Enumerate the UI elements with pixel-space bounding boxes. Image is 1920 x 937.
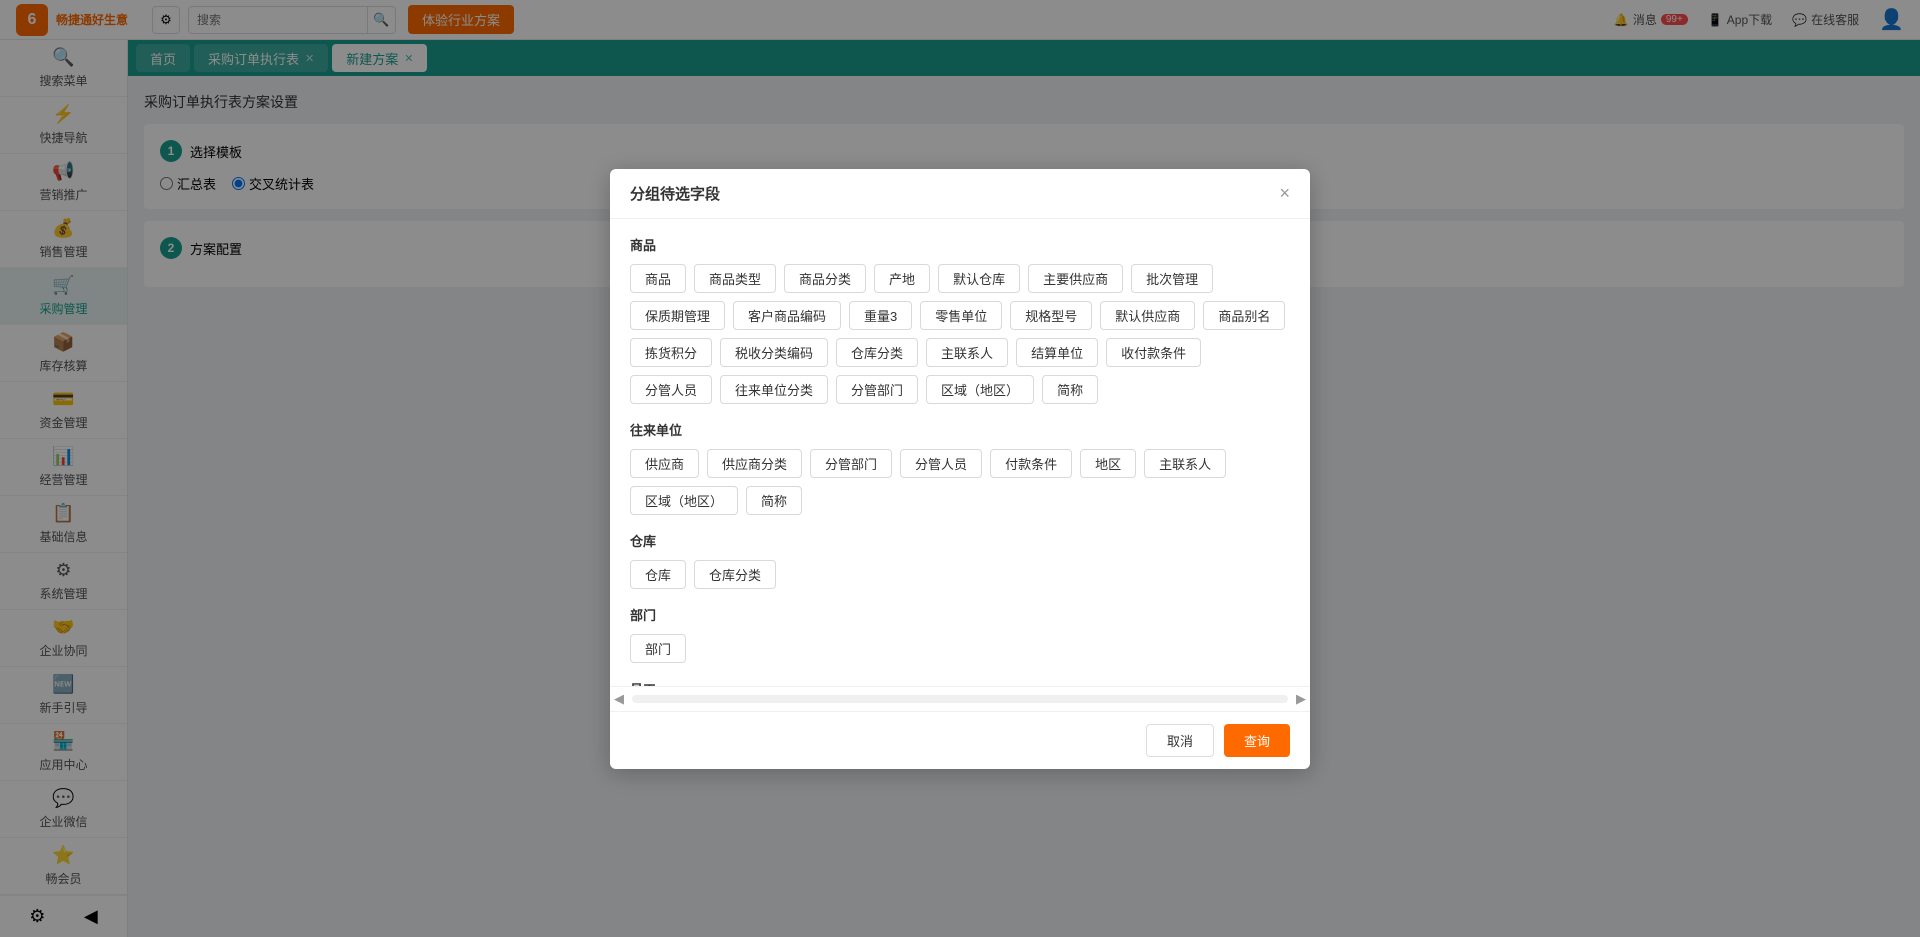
- modal-hscroll: ◀ ▶: [610, 686, 1310, 711]
- field-tag[interactable]: 主要供应商: [1028, 264, 1123, 293]
- field-tag[interactable]: 部门: [630, 634, 686, 663]
- field-tag[interactable]: 简称: [746, 486, 802, 515]
- field-tag[interactable]: 保质期管理: [630, 301, 725, 330]
- section-product-fields: 商品商品类型商品分类产地默认仓库主要供应商批次管理保质期管理客户商品编码重量3 零…: [630, 264, 1290, 404]
- field-tag[interactable]: 结算单位: [1016, 338, 1098, 367]
- field-tag[interactable]: 分管人员: [900, 449, 982, 478]
- field-tag[interactable]: 商品: [630, 264, 686, 293]
- modal-body: 商品 商品商品类型商品分类产地默认仓库主要供应商批次管理保质期管理客户商品编码重…: [610, 219, 1310, 686]
- field-tag[interactable]: 地区: [1080, 449, 1136, 478]
- section-employee: 员工 业务员: [630, 679, 1290, 686]
- field-tag[interactable]: 仓库: [630, 560, 686, 589]
- field-tag[interactable]: 商品分类: [784, 264, 866, 293]
- field-tag[interactable]: 产地: [874, 264, 930, 293]
- section-department: 部门 部门: [630, 605, 1290, 663]
- field-tag[interactable]: 商品类型: [694, 264, 776, 293]
- section-warehouse-title: 仓库: [630, 531, 1290, 550]
- section-department-fields: 部门: [630, 634, 1290, 663]
- section-department-title: 部门: [630, 605, 1290, 624]
- section-partner: 往来单位 供应商供应商分类分管部门分管人员付款条件地区主联系人区域（地区） 简称: [630, 420, 1290, 515]
- field-tag[interactable]: 拣货积分: [630, 338, 712, 367]
- section-warehouse: 仓库 仓库仓库分类: [630, 531, 1290, 589]
- field-tag[interactable]: 主联系人: [926, 338, 1008, 367]
- field-select-modal: 分组待选字段 × 商品 商品商品类型商品分类产地默认仓库主要供应商批次管理保质期…: [610, 169, 1310, 769]
- field-tag[interactable]: 分管部门: [810, 449, 892, 478]
- field-tag[interactable]: 客户商品编码: [733, 301, 841, 330]
- modal-footer: 取消 查询: [610, 711, 1310, 769]
- section-employee-title: 员工: [630, 679, 1290, 686]
- field-tag[interactable]: 规格型号: [1010, 301, 1092, 330]
- field-tag[interactable]: 仓库分类: [694, 560, 776, 589]
- hscroll-left[interactable]: ◀: [610, 691, 628, 707]
- section-partner-title: 往来单位: [630, 420, 1290, 439]
- modal-header: 分组待选字段 ×: [610, 169, 1310, 219]
- field-tag[interactable]: 重量3: [849, 301, 912, 330]
- section-warehouse-fields: 仓库仓库分类: [630, 560, 1290, 589]
- section-partner-fields: 供应商供应商分类分管部门分管人员付款条件地区主联系人区域（地区） 简称: [630, 449, 1290, 515]
- field-tag[interactable]: 分管部门: [836, 375, 918, 404]
- field-tag[interactable]: 主联系人: [1144, 449, 1226, 478]
- field-tag[interactable]: 税收分类编码: [720, 338, 828, 367]
- section-product: 商品 商品商品类型商品分类产地默认仓库主要供应商批次管理保质期管理客户商品编码重…: [630, 235, 1290, 404]
- field-tag[interactable]: 批次管理: [1131, 264, 1213, 293]
- field-tag[interactable]: 往来单位分类: [720, 375, 828, 404]
- field-tag[interactable]: 区域（地区）: [926, 375, 1034, 404]
- modal-close-button[interactable]: ×: [1279, 183, 1290, 204]
- field-tag[interactable]: 默认仓库: [938, 264, 1020, 293]
- field-tag[interactable]: 简称: [1042, 375, 1098, 404]
- field-tag[interactable]: 分管人员: [630, 375, 712, 404]
- field-tag[interactable]: 零售单位: [920, 301, 1002, 330]
- cancel-button[interactable]: 取消: [1146, 724, 1214, 757]
- field-tag[interactable]: 付款条件: [990, 449, 1072, 478]
- field-tag[interactable]: 收付款条件: [1106, 338, 1201, 367]
- hscroll-right[interactable]: ▶: [1292, 691, 1310, 707]
- field-tag[interactable]: 供应商分类: [707, 449, 802, 478]
- field-tag[interactable]: 商品别名: [1203, 301, 1285, 330]
- hscroll-bar[interactable]: [632, 695, 1288, 703]
- field-tag[interactable]: 区域（地区）: [630, 486, 738, 515]
- modal-title: 分组待选字段: [630, 183, 720, 204]
- field-tag[interactable]: 供应商: [630, 449, 699, 478]
- field-tag[interactable]: 默认供应商: [1100, 301, 1195, 330]
- section-product-title: 商品: [630, 235, 1290, 254]
- confirm-button[interactable]: 查询: [1224, 724, 1290, 757]
- field-tag[interactable]: 仓库分类: [836, 338, 918, 367]
